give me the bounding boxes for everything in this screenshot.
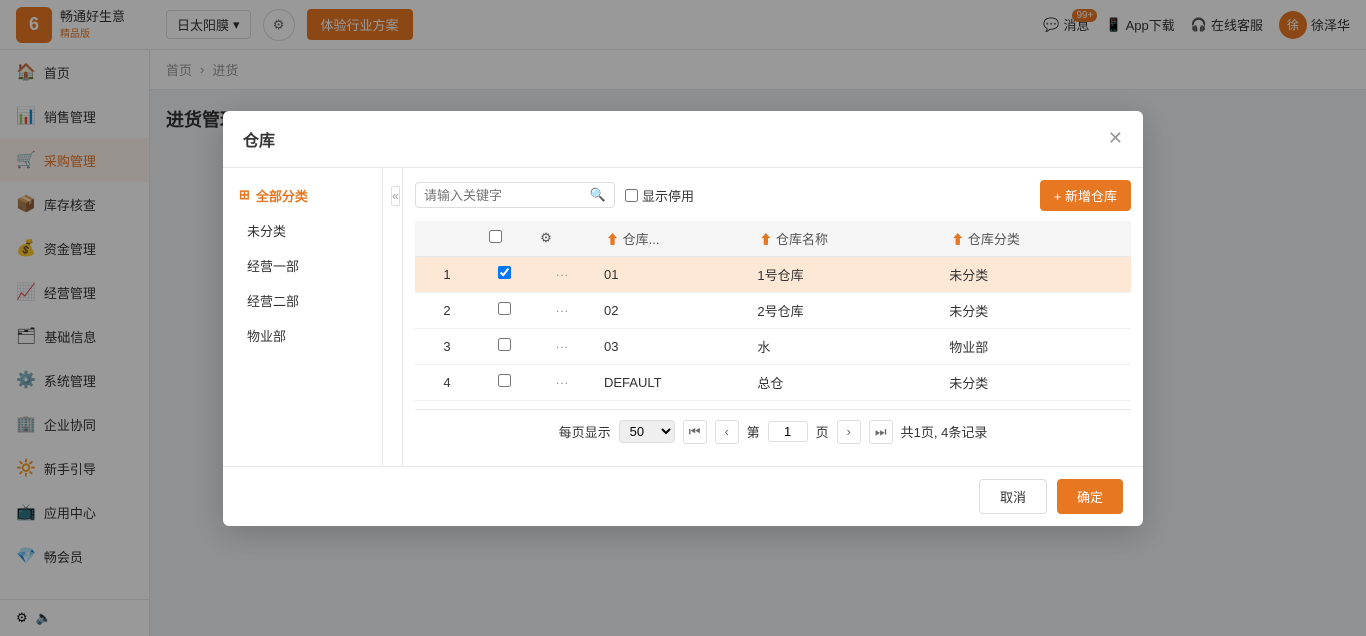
sort-icon-code: ⬆ — [606, 232, 619, 247]
category-item-3[interactable]: 物业部 — [223, 318, 382, 353]
row-num: 1 — [415, 256, 479, 292]
pagination: 每页显示 50 10 20 100 ⏮ ‹ 第 页 › ⏭ 共1页, 4条记录 — [415, 409, 1131, 454]
collapse-button[interactable]: « — [391, 186, 400, 206]
table-row[interactable]: 1 ··· 01 1号仓库 未分类 — [415, 256, 1131, 292]
table-row[interactable]: 2 ··· 02 2号仓库 未分类 — [415, 292, 1131, 328]
row-category: 物业部 — [939, 328, 1131, 364]
row-check[interactable] — [479, 256, 530, 292]
row-code: DEFAULT — [594, 364, 747, 400]
category-label-0: 未分类 — [247, 224, 286, 239]
table-panel: 🔍 显示停用 + 新增仓库 — [403, 168, 1143, 466]
page-input[interactable] — [768, 421, 808, 442]
modal: 仓库 ✕ ⊞ 全部分类 未分类 经营一部 经营二部 — [223, 111, 1143, 526]
row-name: 1号仓库 — [747, 256, 939, 292]
col-header-check — [479, 221, 530, 257]
col-header-num — [415, 221, 479, 257]
total-info: 共1页, 4条记录 — [901, 422, 988, 441]
all-category-label: 全部分类 — [256, 186, 308, 205]
warehouse-table: ⚙ ⬆ 仓库... ⬆ 仓库名称 ⬆ — [415, 221, 1131, 401]
page-unit: 页 — [816, 422, 829, 441]
row-num: 2 — [415, 292, 479, 328]
row-category: 未分类 — [939, 364, 1131, 400]
category-label-2: 经营二部 — [247, 294, 299, 309]
prev-page-button[interactable]: ‹ — [715, 420, 739, 444]
per-page-select[interactable]: 50 10 20 100 — [619, 420, 675, 443]
table-row[interactable]: 3 ··· 03 水 物业部 — [415, 328, 1131, 364]
modal-footer: 取消 确定 — [223, 466, 1143, 526]
row-gear[interactable]: ··· — [530, 256, 594, 292]
row-category: 未分类 — [939, 256, 1131, 292]
all-category-item[interactable]: ⊞ 全部分类 — [223, 178, 382, 213]
show-disabled-label: 显示停用 — [642, 186, 694, 205]
modal-body: ⊞ 全部分类 未分类 经营一部 经营二部 物业部 « — [223, 168, 1143, 466]
row-gear[interactable]: ··· — [530, 328, 594, 364]
row-gear[interactable]: ··· — [530, 292, 594, 328]
confirm-button[interactable]: 确定 — [1057, 479, 1123, 514]
row-code: 02 — [594, 292, 747, 328]
first-page-button[interactable]: ⏮ — [683, 420, 707, 444]
modal-header: 仓库 ✕ — [223, 111, 1143, 168]
show-disabled-wrap: 显示停用 — [625, 186, 694, 205]
category-item-2[interactable]: 经营二部 — [223, 283, 382, 318]
gear-col-icon: ⚙ — [540, 230, 552, 245]
row-category: 未分类 — [939, 292, 1131, 328]
modal-title: 仓库 — [243, 127, 275, 151]
cancel-button[interactable]: 取消 — [979, 479, 1047, 514]
per-page-label: 每页显示 — [559, 422, 611, 441]
row-name: 总仓 — [747, 364, 939, 400]
category-label-3: 物业部 — [247, 329, 286, 344]
category-label-1: 经营一部 — [247, 259, 299, 274]
page-label: 第 — [747, 422, 760, 441]
col-header-name: ⬆ 仓库名称 — [747, 221, 939, 257]
row-check[interactable] — [479, 328, 530, 364]
sort-icon-name: ⬆ — [759, 232, 772, 247]
row-check[interactable] — [479, 364, 530, 400]
grid-icon: ⊞ — [239, 187, 250, 203]
row-name: 2号仓库 — [747, 292, 939, 328]
close-button[interactable]: ✕ — [1108, 128, 1123, 149]
table-toolbar: 🔍 显示停用 + 新增仓库 — [415, 180, 1131, 211]
search-input-wrap: 🔍 — [415, 182, 615, 208]
sort-icon-cat: ⬆ — [951, 232, 964, 247]
row-check[interactable] — [479, 292, 530, 328]
select-all-checkbox[interactable] — [489, 230, 502, 243]
search-icon: 🔍 — [590, 187, 606, 203]
table-row[interactable]: 4 ··· DEFAULT 总仓 未分类 — [415, 364, 1131, 400]
row-code: 03 — [594, 328, 747, 364]
next-page-button[interactable]: › — [837, 420, 861, 444]
row-gear[interactable]: ··· — [530, 364, 594, 400]
category-panel: ⊞ 全部分类 未分类 经营一部 经营二部 物业部 — [223, 168, 383, 466]
last-page-button[interactable]: ⏭ — [869, 420, 893, 444]
category-item-0[interactable]: 未分类 — [223, 213, 382, 248]
row-num: 4 — [415, 364, 479, 400]
search-input[interactable] — [424, 188, 590, 203]
col-header-code: ⬆ 仓库... — [594, 221, 747, 257]
row-num: 3 — [415, 328, 479, 364]
col-header-gear: ⚙ — [530, 221, 594, 257]
add-warehouse-button[interactable]: + 新增仓库 — [1040, 180, 1131, 211]
category-item-1[interactable]: 经营一部 — [223, 248, 382, 283]
modal-overlay[interactable]: 仓库 ✕ ⊞ 全部分类 未分类 经营一部 经营二部 — [0, 0, 1366, 636]
row-name: 水 — [747, 328, 939, 364]
col-header-category: ⬆ 仓库分类 — [939, 221, 1131, 257]
row-code: 01 — [594, 256, 747, 292]
show-disabled-checkbox[interactable] — [625, 189, 638, 202]
